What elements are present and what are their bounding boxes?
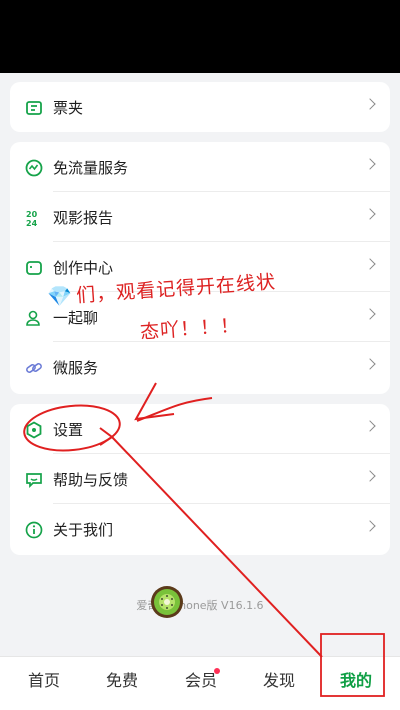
feedback-icon [24,470,43,489]
menu-item-micro-services[interactable]: 微服务 [10,342,390,392]
menu-card-settings: 设置 帮助与反馈 关于我们 [10,404,390,555]
report-icon: 20 24 [24,208,43,227]
chevron-right-icon [364,420,376,432]
chevron-right-icon [364,520,376,532]
tab-discover[interactable]: 发现 [263,667,295,691]
version-text: 爱奇艺iPhone版 V16.1.6 [136,599,264,612]
chevron-right-icon [364,98,376,110]
chat-people-icon [24,308,43,327]
svg-text:20: 20 [26,210,38,219]
svg-text:24: 24 [26,219,38,227]
ticket-icon [24,98,43,117]
menu-item-label: 票夹 [53,98,84,117]
menu-item-about-us[interactable]: 关于我们 [10,504,390,554]
tab-vip[interactable]: 会员 [185,667,217,691]
menu-item-tickets[interactable]: 票夹 [10,82,390,132]
status-bar [0,0,400,73]
menu-card-services: 免流量服务 20 24 观影报告 创作中心 一起聊 微服务 [10,142,390,394]
menu-item-viewing-report[interactable]: 20 24 观影报告 [10,192,390,242]
menu-item-label: 观影报告 [53,208,114,227]
menu-item-data-free[interactable]: 免流量服务 [10,142,390,192]
menu-item-label: 创作中心 [53,258,114,277]
chevron-right-icon [364,358,376,370]
chevron-right-icon [364,470,376,482]
data-free-icon [24,158,43,177]
menu-item-label: 帮助与反馈 [53,470,129,489]
menu-item-label: 关于我们 [53,520,114,539]
menu-item-label: 一起聊 [53,308,99,327]
menu-item-label: 免流量服务 [53,158,129,177]
tab-home[interactable]: 首页 [28,667,60,691]
menu-item-help-feedback[interactable]: 帮助与反馈 [10,454,390,504]
menu-item-label: 设置 [53,420,84,439]
diamond-icon: 💎 [47,284,72,308]
creator-icon [24,258,43,277]
notification-dot [214,668,220,674]
chevron-right-icon [364,258,376,270]
settings-icon [24,420,43,439]
link-icon [24,358,43,377]
menu-item-label: 微服务 [53,358,99,377]
info-icon [24,520,43,539]
tab-free[interactable]: 免费 [106,667,138,691]
bottom-tab-bar: 首页 免费 会员 发现 我的 [0,656,400,710]
chevron-right-icon [364,158,376,170]
menu-card-tickets: 票夹 [10,82,390,132]
chevron-right-icon [364,308,376,320]
tab-mine[interactable]: 我的 [340,667,372,691]
kiwi-sticker-icon [150,585,184,619]
chevron-right-icon [364,208,376,220]
menu-item-settings[interactable]: 设置 [10,404,390,454]
